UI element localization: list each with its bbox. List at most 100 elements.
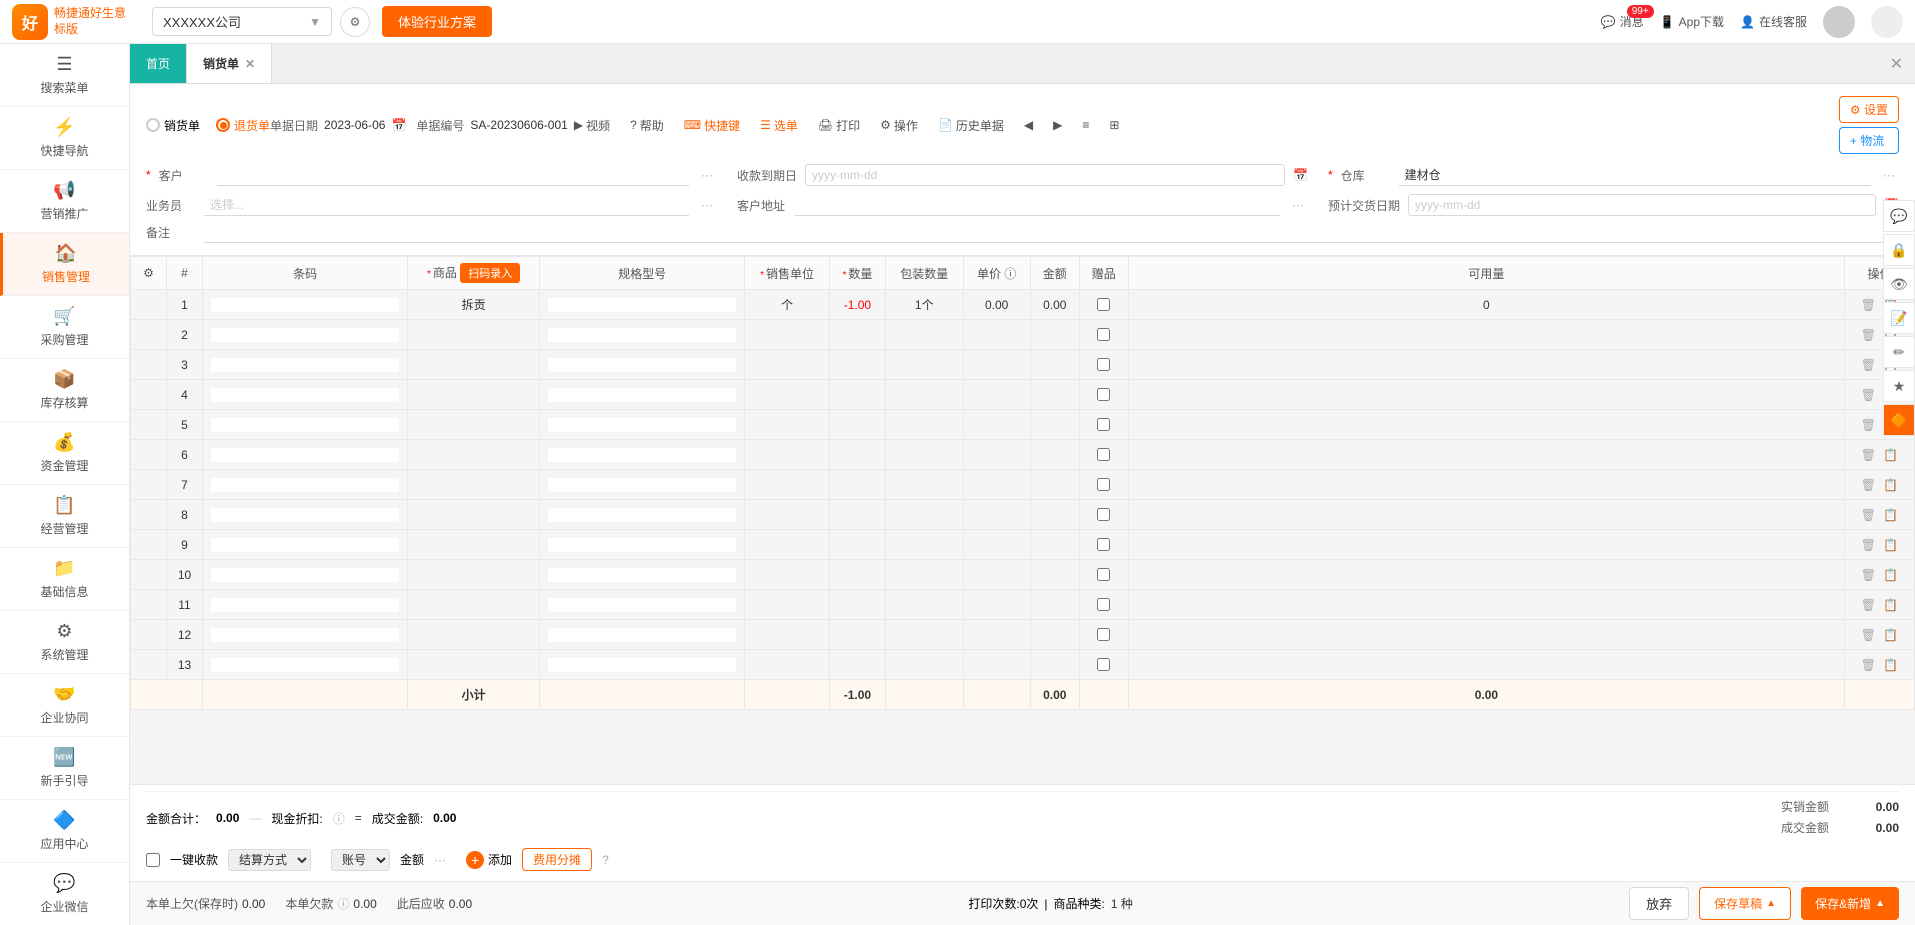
add-btn[interactable]: + xyxy=(466,851,484,869)
row-gift-checkbox[interactable] xyxy=(1097,598,1110,611)
row-gift-cell[interactable] xyxy=(1079,290,1128,320)
row-price-cell[interactable] xyxy=(963,350,1030,380)
row-barcode-cell[interactable] xyxy=(203,350,408,380)
row-barcode-input[interactable] xyxy=(211,328,399,342)
row-gift-checkbox[interactable] xyxy=(1097,298,1110,311)
customer-address-ellipsis-btn[interactable]: ··· xyxy=(1288,198,1308,212)
float-edit-btn[interactable]: ✏ xyxy=(1883,336,1915,368)
row-price-cell[interactable] xyxy=(963,530,1030,560)
row-spec-input[interactable] xyxy=(548,658,736,672)
row-spec-input[interactable] xyxy=(548,598,736,612)
row-barcode-cell[interactable] xyxy=(203,590,408,620)
row-barcode-input[interactable] xyxy=(211,658,399,672)
settlement-method-select[interactable]: 结算方式 xyxy=(228,849,311,871)
row-spec-cell[interactable] xyxy=(539,590,744,620)
save-draft-btn[interactable]: 保存草稿 ▲ xyxy=(1699,887,1791,920)
action-help-btn[interactable]: ? 帮助 xyxy=(624,115,670,136)
row-barcode-input[interactable] xyxy=(211,568,399,582)
row-spec-input[interactable] xyxy=(548,358,736,372)
row-barcode-cell[interactable] xyxy=(203,410,408,440)
row-qty-cell[interactable] xyxy=(829,650,885,680)
row-barcode-input[interactable] xyxy=(211,298,399,312)
sidebar-item-wechat[interactable]: 💬 企业微信 xyxy=(0,863,129,925)
row-qty-cell[interactable] xyxy=(829,620,885,650)
row-spec-cell[interactable] xyxy=(539,350,744,380)
salesperson-input[interactable] xyxy=(204,195,689,216)
abandon-btn[interactable]: 放弃 xyxy=(1629,887,1689,920)
row-barcode-input[interactable] xyxy=(211,448,399,462)
row-copy-icon[interactable]: 📋 xyxy=(1883,538,1898,552)
row-delete-icon[interactable]: 🗑 xyxy=(1861,538,1876,552)
row-gift-checkbox[interactable] xyxy=(1097,658,1110,671)
tab-home[interactable]: 首页 xyxy=(130,44,187,83)
row-gift-checkbox[interactable] xyxy=(1097,568,1110,581)
row-barcode-input[interactable] xyxy=(211,508,399,522)
row-spec-input[interactable] xyxy=(548,418,736,432)
row-qty-cell[interactable] xyxy=(829,440,885,470)
row-spec-input[interactable] xyxy=(548,298,736,312)
company-settings-icon[interactable]: ⚙ xyxy=(340,7,370,37)
doc-date-calendar-icon[interactable]: 📅 xyxy=(391,118,406,132)
settings-top-btn[interactable]: ⚙ 设置 xyxy=(1839,96,1899,123)
row-qty-cell[interactable] xyxy=(829,410,885,440)
row-barcode-input[interactable] xyxy=(211,478,399,492)
sidebar-item-operations[interactable]: 📋 经营管理 xyxy=(0,485,129,548)
row-copy-icon[interactable]: 📋 xyxy=(1883,448,1898,462)
sidebar-item-base-info[interactable]: 📁 基础信息 xyxy=(0,548,129,611)
row-spec-input[interactable] xyxy=(548,478,736,492)
row-barcode-cell[interactable] xyxy=(203,530,408,560)
row-delete-icon[interactable]: 🗑 xyxy=(1861,328,1876,342)
row-spec-cell[interactable] xyxy=(539,560,744,590)
message-icon[interactable]: 💬 消息 99+ xyxy=(1601,13,1644,30)
view-grid-btn[interactable]: ⊞ xyxy=(1103,116,1125,134)
row-barcode-input[interactable] xyxy=(211,598,399,612)
row-gift-cell[interactable] xyxy=(1079,590,1128,620)
tab-sales-close-icon[interactable]: ✕ xyxy=(245,57,255,71)
float-note-btn[interactable]: 📝 xyxy=(1883,302,1915,334)
row-spec-input[interactable] xyxy=(548,628,736,642)
row-spec-cell[interactable] xyxy=(539,470,744,500)
row-delete-icon[interactable]: 🗑 xyxy=(1861,358,1876,372)
row-spec-cell[interactable] xyxy=(539,320,744,350)
fenyong-help-icon[interactable]: ? xyxy=(602,853,609,867)
amount-ellipsis-btn[interactable]: ··· xyxy=(434,853,446,867)
row-copy-icon[interactable]: 📋 xyxy=(1883,508,1898,522)
row-price-cell[interactable] xyxy=(963,650,1030,680)
row-price-cell[interactable] xyxy=(963,470,1030,500)
row-qty-cell[interactable] xyxy=(829,500,885,530)
row-barcode-cell[interactable] xyxy=(203,560,408,590)
row-spec-input[interactable] xyxy=(548,328,736,342)
row-barcode-input[interactable] xyxy=(211,418,399,432)
sidebar-item-guide[interactable]: 🆕 新手引导 xyxy=(0,737,129,800)
row-gift-cell[interactable] xyxy=(1079,500,1128,530)
sidebar-item-marketing[interactable]: 📢 营销推广 xyxy=(0,170,129,233)
row-gift-cell[interactable] xyxy=(1079,410,1128,440)
row-spec-input[interactable] xyxy=(548,448,736,462)
row-spec-input[interactable] xyxy=(548,538,736,552)
row-qty-cell[interactable] xyxy=(829,320,885,350)
warehouse-input[interactable] xyxy=(1399,165,1871,186)
due-date-input[interactable] xyxy=(805,164,1285,186)
account-number-select[interactable]: 账号 xyxy=(331,849,390,871)
row-gift-checkbox[interactable] xyxy=(1097,328,1110,341)
action-video-btn[interactable]: ▶ 视频 xyxy=(568,115,616,136)
single-due-help-icon[interactable]: ⓘ xyxy=(337,895,349,912)
row-copy-icon[interactable]: 📋 xyxy=(1883,628,1898,642)
remarks-input[interactable] xyxy=(204,222,1899,243)
row-qty-cell[interactable]: -1.00 xyxy=(829,290,885,320)
row-delete-icon[interactable]: 🗑 xyxy=(1861,418,1876,432)
row-price-cell[interactable] xyxy=(963,560,1030,590)
float-eye-btn[interactable]: 👁 xyxy=(1883,268,1915,300)
trial-button[interactable]: 体验行业方案 xyxy=(382,6,492,37)
row-qty-cell[interactable] xyxy=(829,560,885,590)
sidebar-item-quick-nav[interactable]: ⚡ 快捷导航 xyxy=(0,107,129,170)
fenyong-btn[interactable]: 费用分摊 xyxy=(522,848,592,871)
row-gift-checkbox[interactable] xyxy=(1097,628,1110,641)
one-click-pay-checkbox[interactable] xyxy=(146,853,160,867)
row-delete-icon[interactable]: 🗑 xyxy=(1861,598,1876,612)
row-gift-cell[interactable] xyxy=(1079,650,1128,680)
row-spec-input[interactable] xyxy=(548,508,736,522)
action-operate-btn[interactable]: ⚙ 操作 xyxy=(874,115,924,136)
sidebar-item-app-center[interactable]: 🔷 应用中心 xyxy=(0,800,129,863)
float-comment-btn[interactable]: 💬 xyxy=(1883,200,1915,232)
